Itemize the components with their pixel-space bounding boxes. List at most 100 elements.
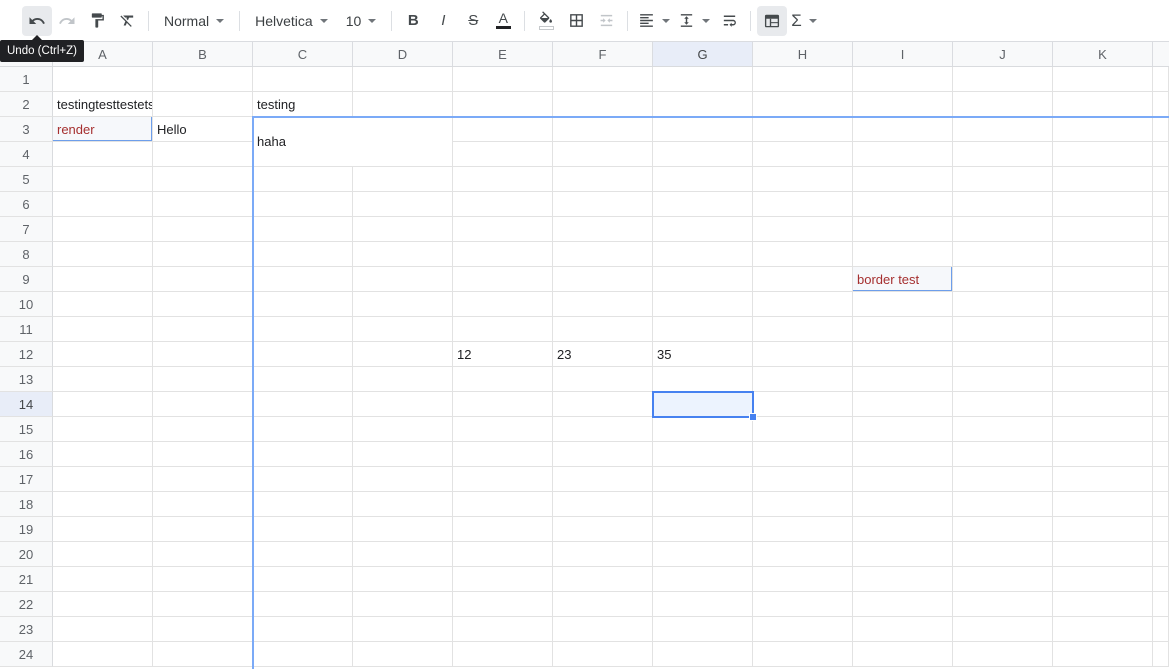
cell-B13[interactable] (153, 367, 253, 392)
row-header-2[interactable]: 2 (0, 92, 53, 117)
cell-H16[interactable] (753, 442, 853, 467)
cell-B18[interactable] (153, 492, 253, 517)
cell-A16[interactable] (53, 442, 153, 467)
cell-J18[interactable] (953, 492, 1053, 517)
cell-C8[interactable] (253, 242, 353, 267)
cell-I8[interactable] (853, 242, 953, 267)
cell-D5[interactable] (353, 167, 453, 192)
cell-C20[interactable] (253, 542, 353, 567)
cell-F20[interactable] (553, 542, 653, 567)
cell-C13[interactable] (253, 367, 353, 392)
column-header-E[interactable]: E (453, 42, 553, 67)
cell-G10[interactable] (653, 292, 753, 317)
cell-partial-row-13[interactable] (1153, 367, 1169, 392)
cell-D23[interactable] (353, 617, 453, 642)
cell-K21[interactable] (1053, 567, 1153, 592)
cell-I13[interactable] (853, 367, 953, 392)
cell-B3[interactable]: Hello (153, 117, 253, 142)
cell-G17[interactable] (653, 467, 753, 492)
italic-button[interactable]: I (428, 6, 458, 36)
row-header-11[interactable]: 11 (0, 317, 53, 342)
cell-I11[interactable] (853, 317, 953, 342)
cell-J2[interactable] (953, 92, 1053, 117)
cell-F14[interactable] (553, 392, 653, 417)
cell-J17[interactable] (953, 467, 1053, 492)
cell-H15[interactable] (753, 417, 853, 442)
cell-C23[interactable] (253, 617, 353, 642)
cell-A21[interactable] (53, 567, 153, 592)
row-header-12[interactable]: 12 (0, 342, 53, 367)
cell-G19[interactable] (653, 517, 753, 542)
cell-C21[interactable] (253, 567, 353, 592)
cell-F17[interactable] (553, 467, 653, 492)
cell-D17[interactable] (353, 467, 453, 492)
cell-G6[interactable] (653, 192, 753, 217)
cell-A17[interactable] (53, 467, 153, 492)
cell-K11[interactable] (1053, 317, 1153, 342)
cell-partial-row-21[interactable] (1153, 567, 1169, 592)
cell-I23[interactable] (853, 617, 953, 642)
cell-C18[interactable] (253, 492, 353, 517)
text-wrap-button[interactable] (714, 6, 744, 36)
cell-F8[interactable] (553, 242, 653, 267)
cell-A24[interactable] (53, 642, 153, 667)
cell-F18[interactable] (553, 492, 653, 517)
cell-I5[interactable] (853, 167, 953, 192)
row-header-13[interactable]: 13 (0, 367, 53, 392)
cell-B2[interactable] (153, 92, 253, 117)
cell-B16[interactable] (153, 442, 253, 467)
cell-partial-row-7[interactable] (1153, 217, 1169, 242)
cell-I17[interactable] (853, 467, 953, 492)
cell-K2[interactable] (1053, 92, 1153, 117)
cell-K8[interactable] (1053, 242, 1153, 267)
row-header-8[interactable]: 8 (0, 242, 53, 267)
cell-K7[interactable] (1053, 217, 1153, 242)
cell-I3[interactable] (853, 117, 953, 142)
cell-D8[interactable] (353, 242, 453, 267)
cell-B4[interactable] (153, 142, 253, 167)
cell-J7[interactable] (953, 217, 1053, 242)
cell-B22[interactable] (153, 592, 253, 617)
cell-F6[interactable] (553, 192, 653, 217)
cell-K19[interactable] (1053, 517, 1153, 542)
cell-G4[interactable] (653, 142, 753, 167)
row-header-24[interactable]: 24 (0, 642, 53, 667)
paragraph-style-dropdown[interactable]: Normal (155, 6, 233, 36)
cell-J8[interactable] (953, 242, 1053, 267)
cell-H7[interactable] (753, 217, 853, 242)
cell-J21[interactable] (953, 567, 1053, 592)
paint-format-button[interactable] (82, 6, 112, 36)
cell-C1[interactable] (253, 67, 353, 92)
cell-partial-row-16[interactable] (1153, 442, 1169, 467)
row-header-6[interactable]: 6 (0, 192, 53, 217)
merge-cells-button[interactable] (591, 6, 621, 36)
cell-I9[interactable]: border test (853, 267, 953, 292)
cell-J15[interactable] (953, 417, 1053, 442)
cell-K12[interactable] (1053, 342, 1153, 367)
cell-E14[interactable] (453, 392, 553, 417)
cell-C3[interactable]: haha (253, 117, 453, 167)
cell-D19[interactable] (353, 517, 453, 542)
cell-F13[interactable] (553, 367, 653, 392)
cell-partial-row-6[interactable] (1153, 192, 1169, 217)
cell-I22[interactable] (853, 592, 953, 617)
cell-G7[interactable] (653, 217, 753, 242)
row-header-16[interactable]: 16 (0, 442, 53, 467)
cell-H3[interactable] (753, 117, 853, 142)
cell-C11[interactable] (253, 317, 353, 342)
cell-D14[interactable] (353, 392, 453, 417)
cell-F12[interactable]: 23 (553, 342, 653, 367)
cell-C14[interactable] (253, 392, 353, 417)
row-header-7[interactable]: 7 (0, 217, 53, 242)
cell-C19[interactable] (253, 517, 353, 542)
cell-partial-row-18[interactable] (1153, 492, 1169, 517)
cell-A10[interactable] (53, 292, 153, 317)
cell-H20[interactable] (753, 542, 853, 567)
cell-I7[interactable] (853, 217, 953, 242)
row-header-19[interactable]: 19 (0, 517, 53, 542)
cell-D15[interactable] (353, 417, 453, 442)
cell-A18[interactable] (53, 492, 153, 517)
cell-H23[interactable] (753, 617, 853, 642)
cell-partial-row-9[interactable] (1153, 267, 1169, 292)
cell-D10[interactable] (353, 292, 453, 317)
